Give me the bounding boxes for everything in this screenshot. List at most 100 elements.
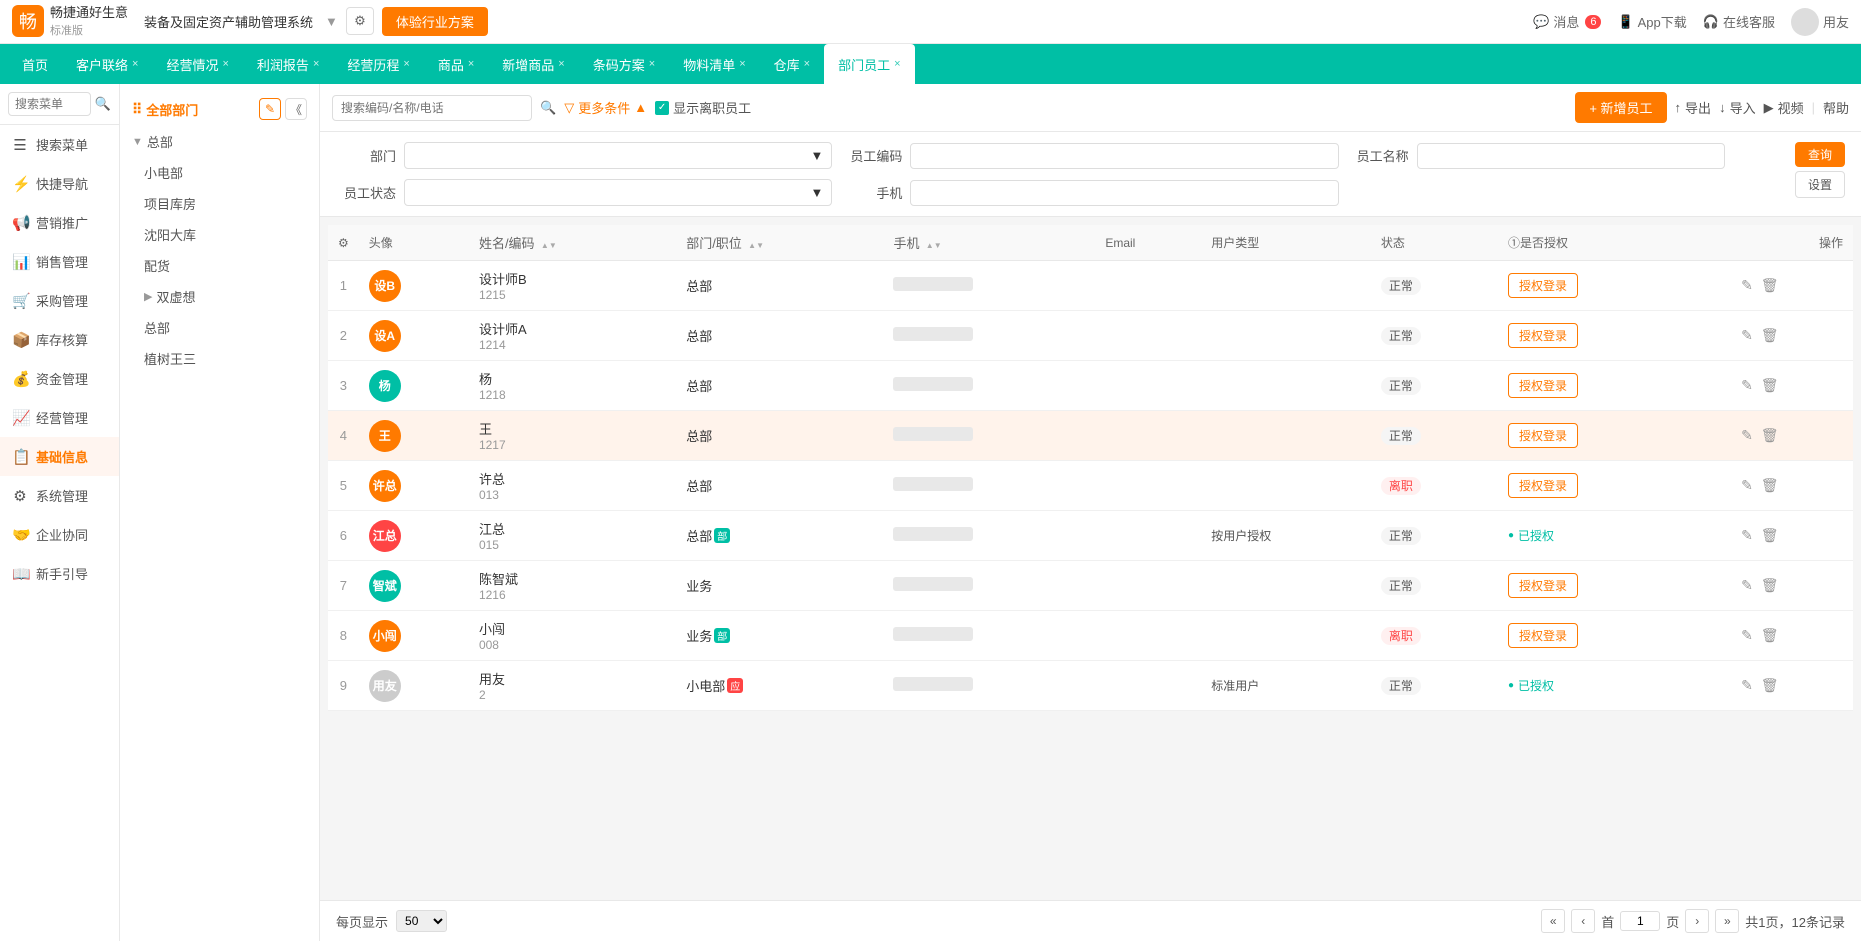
tab-home[interactable]: 首页 [8,44,62,84]
tab-bom[interactable]: 物料清单× [669,44,759,84]
export-btn[interactable]: ↑ 导出 [1675,98,1712,117]
delete-icon[interactable]: 🗑 [1761,327,1779,344]
sidebar-item-biz[interactable]: 📈经营管理 [0,398,119,437]
tab-add-goods[interactable]: 新增商品× [488,44,578,84]
auth-btn[interactable]: 授权登录 [1508,273,1578,298]
tab-history-close[interactable]: × [403,58,409,70]
edit-icon[interactable]: ✎ [1741,577,1753,594]
first-page-btn[interactable]: « [1541,909,1565,933]
tree-node-zongbu-root[interactable]: ▼ 总部 [120,126,319,157]
tab-warehouse-close[interactable]: × [804,58,810,70]
col-phone[interactable]: 手机 ▲▼ [883,225,1095,261]
employee-search-btn[interactable]: 🔍 [540,100,556,116]
auth-btn[interactable]: 授权登录 [1508,423,1578,448]
delete-icon[interactable]: 🗑 [1761,577,1779,594]
page-number-input[interactable] [1620,911,1660,931]
delete-icon[interactable]: 🗑 [1761,427,1779,444]
edit-icon[interactable]: ✎ [1741,427,1753,444]
delete-icon[interactable]: 🗑 [1761,527,1779,544]
auth-btn[interactable]: 授权登录 [1508,473,1578,498]
tab-customer[interactable]: 客户联络× [62,44,152,84]
auth-btn[interactable]: 授权登录 [1508,623,1578,648]
tab-goods-close[interactable]: × [468,58,474,70]
edit-icon[interactable]: ✎ [1741,527,1753,544]
add-employee-btn[interactable]: + 新增员工 [1575,92,1666,123]
tab-customer-close[interactable]: × [132,58,138,70]
col-settings[interactable]: ⚙ [328,225,359,261]
sidebar-item-search[interactable]: ☰搜索菜单 [0,125,119,164]
delete-icon[interactable]: 🗑 [1761,277,1779,294]
auth-btn[interactable]: 授权登录 [1508,373,1578,398]
tree-node-zongbu2[interactable]: 总部 [120,312,319,343]
dept-filter-select[interactable]: ▼ [404,142,832,169]
sidebar-item-system[interactable]: ⚙系统管理 [0,476,119,515]
edit-icon[interactable]: ✎ [1741,677,1753,694]
auth-btn[interactable]: 授权登录 [1508,573,1578,598]
tree-node-shuang[interactable]: ▶ 双虚想 [120,281,319,312]
phone-input[interactable] [910,180,1338,206]
sidebar-item-collab[interactable]: 🤝企业协同 [0,515,119,554]
delete-icon[interactable]: 🗑 [1761,627,1779,644]
tab-dept-close[interactable]: × [894,58,900,70]
delete-icon[interactable]: 🗑 [1761,677,1779,694]
sidebar-search-input[interactable] [8,92,91,116]
tree-node-project[interactable]: 项目库房 [120,188,319,219]
tree-node-peihuo[interactable]: 配货 [120,250,319,281]
sidebar-item-nav[interactable]: ⚡快捷导航 [0,164,119,203]
tab-bom-close[interactable]: × [739,58,745,70]
col-dept[interactable]: 部门/职位 ▲▼ [676,225,883,261]
app-download-btn[interactable]: 📱 App下载 [1617,12,1686,31]
tab-profit-close[interactable]: × [313,58,319,70]
import-btn[interactable]: ↓ 导入 [1719,98,1756,117]
gear-button[interactable]: ⚙ [346,7,374,35]
edit-icon[interactable]: ✎ [1741,277,1753,294]
tab-barcode-close[interactable]: × [649,58,655,70]
sidebar-item-sales[interactable]: 📊销售管理 [0,242,119,281]
more-filter-btn[interactable]: ▽ 更多条件 ▲ [564,98,647,117]
col-phone-sort[interactable]: ▲▼ [926,242,942,250]
tree-node-zhishu[interactable]: 植树王三 [120,343,319,374]
tab-dept-employee[interactable]: 部门员工× [824,44,914,84]
dept-tree-edit-btn[interactable]: ✎ [259,98,281,120]
delete-icon[interactable]: 🗑 [1761,477,1779,494]
emp-name-input[interactable] [1417,143,1725,169]
sidebar-item-purchase[interactable]: 🛒采购管理 [0,281,119,320]
user-area[interactable]: 用友 [1791,8,1849,36]
edit-icon[interactable]: ✎ [1741,327,1753,344]
tab-operation-close[interactable]: × [222,58,228,70]
filter-set-btn[interactable]: 设置 [1795,171,1845,198]
filter-search-btn[interactable]: 查询 [1795,142,1845,167]
help-btn[interactable]: 帮助 [1823,98,1849,117]
tab-operation[interactable]: 经营情况× [152,44,242,84]
message-btn[interactable]: 💬 消息 6 [1533,12,1601,31]
per-page-select[interactable]: 50 100 [396,910,447,932]
edit-icon[interactable]: ✎ [1741,627,1753,644]
col-dept-sort[interactable]: ▲▼ [748,242,764,250]
tab-warehouse[interactable]: 仓库× [760,44,824,84]
tab-profit[interactable]: 利润报告× [243,44,333,84]
tab-barcode[interactable]: 条码方案× [579,44,669,84]
col-name-sort[interactable]: ▲▼ [541,242,557,250]
tree-node-xiaodian[interactable]: 小电部 [120,157,319,188]
try-btn[interactable]: 体验行业方案 [382,7,488,36]
last-page-btn[interactable]: » [1715,909,1739,933]
auth-btn[interactable]: 授权登录 [1508,323,1578,348]
service-btn[interactable]: 🎧 在线客服 [1703,12,1775,31]
sidebar-item-inventory[interactable]: 📦库存核算 [0,320,119,359]
view-btn[interactable]: ▶ 视频 [1764,98,1804,117]
sidebar-item-basic[interactable]: 📋基础信息 [0,437,119,476]
sidebar-item-finance[interactable]: 💰资金管理 [0,359,119,398]
col-name[interactable]: 姓名/编码 ▲▼ [469,225,676,261]
delete-icon[interactable]: 🗑 [1761,377,1779,394]
employee-search-input[interactable] [332,95,532,121]
tab-goods[interactable]: 商品× [424,44,488,84]
show-resign-checkbox[interactable]: ✓ 显示离职员工 [655,98,751,117]
sidebar-item-marketing[interactable]: 📢营销推广 [0,203,119,242]
emp-code-input[interactable] [910,143,1338,169]
edit-icon[interactable]: ✎ [1741,477,1753,494]
tree-node-shenyang[interactable]: 沈阳大库 [120,219,319,250]
prev-page-btn[interactable]: ‹ [1571,909,1595,933]
edit-icon[interactable]: ✎ [1741,377,1753,394]
dept-tree-collapse-btn[interactable]: 《 [285,98,307,120]
tab-history[interactable]: 经营历程× [333,44,423,84]
